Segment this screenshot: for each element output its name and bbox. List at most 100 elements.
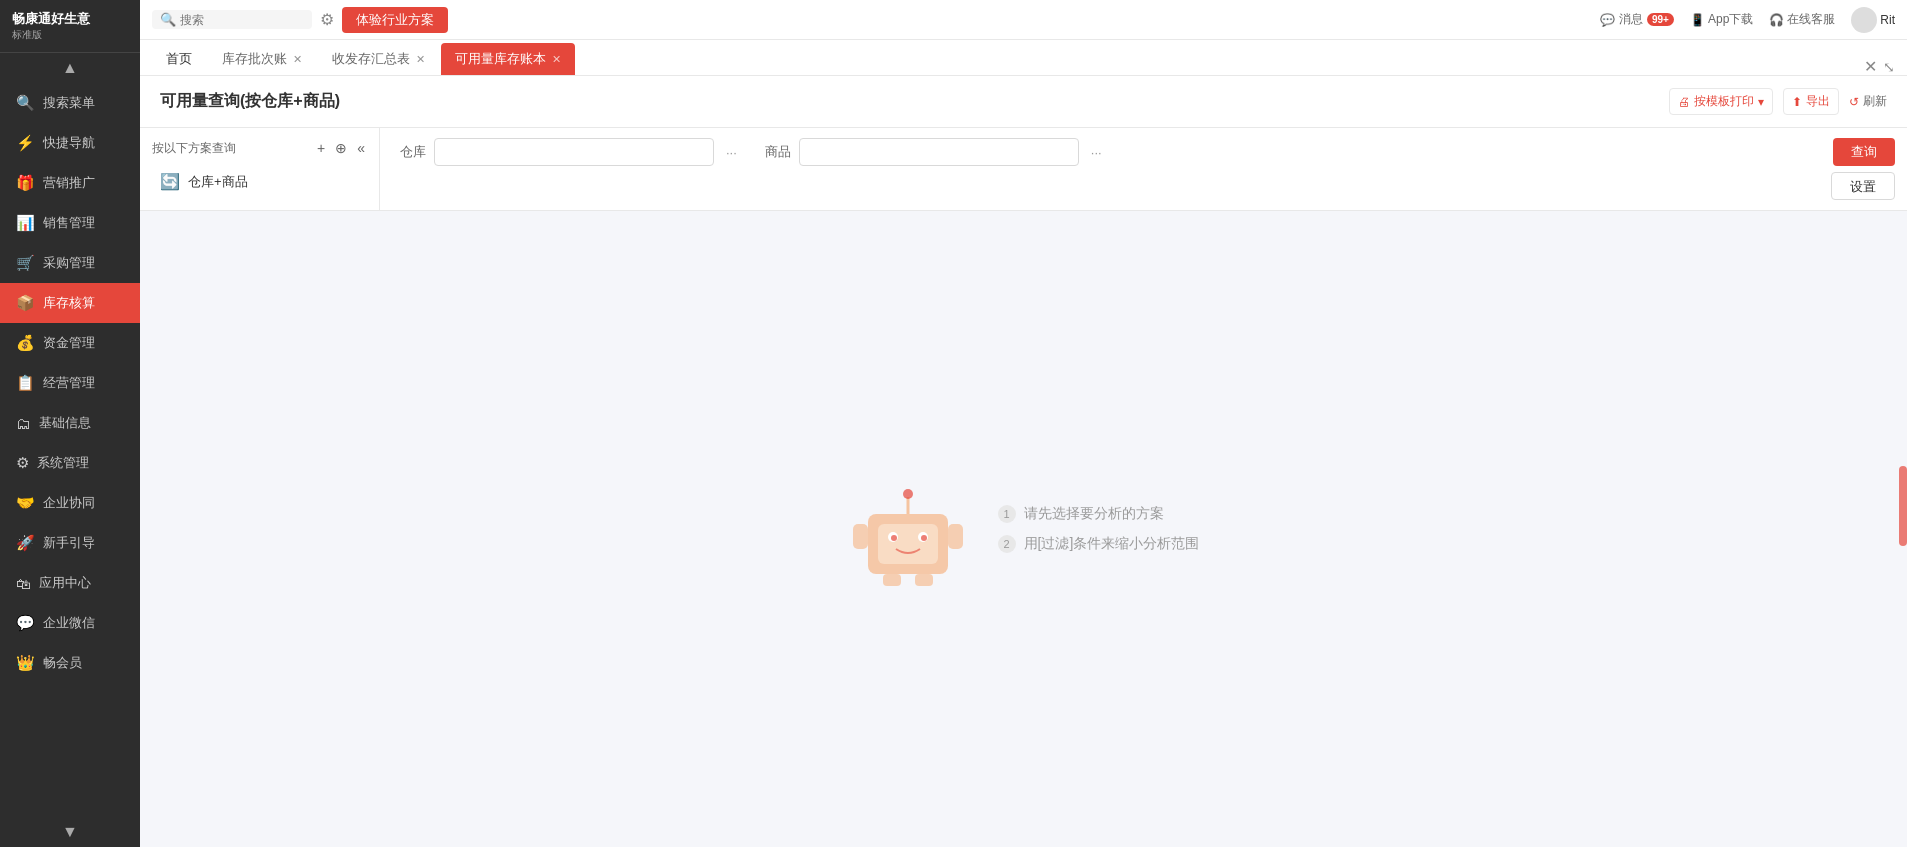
filter-settings-button[interactable]: ⊕: [333, 138, 349, 158]
sidebar-label-sales: 销售管理: [43, 214, 95, 232]
topbar-search-box: 🔍: [152, 10, 312, 29]
member-icon: 👑: [16, 654, 35, 672]
printer-icon: 🖨: [1678, 95, 1690, 109]
scrollbar-indicator[interactable]: [1899, 466, 1907, 546]
app-download-label: App下载: [1708, 11, 1753, 28]
sidebar-scroll-up[interactable]: ▲: [0, 53, 140, 83]
tab-close-all-button[interactable]: ✕: [1864, 59, 1877, 75]
tab-available-ledger-label: 可用量库存账本: [455, 50, 546, 68]
sidebar-label-purchase: 采购管理: [43, 254, 95, 272]
tabbar-right: ✕ ⤡: [1864, 59, 1895, 75]
sidebar-label-operation: 经营管理: [43, 374, 95, 392]
quicknav-icon: ⚡: [16, 134, 35, 152]
user-name: Rit: [1880, 13, 1895, 27]
filter-settings-btn[interactable]: 设置: [1831, 172, 1895, 200]
print-template-button[interactable]: 🖨 按模板打印 ▾: [1669, 88, 1773, 115]
empty-state: 1 请先选择要分析的方案 2 用[过滤]条件来缩小分析范围: [140, 211, 1907, 847]
svg-point-7: [903, 489, 913, 499]
warehouse-product-label: 仓库+商品: [188, 173, 248, 191]
print-template-label: 按模板打印: [1694, 93, 1754, 110]
phone-icon: 📱: [1690, 13, 1705, 27]
sidebar-scroll-down[interactable]: ▼: [0, 817, 140, 847]
product-more-button[interactable]: ···: [1087, 143, 1106, 162]
sidebar-item-appstore[interactable]: 🛍 应用中心: [0, 563, 140, 603]
tab-batch-account[interactable]: 库存批次账 ✕: [208, 43, 316, 75]
sidebar-item-sales[interactable]: 📊 销售管理: [0, 203, 140, 243]
warehouse-more-button[interactable]: ···: [722, 143, 741, 162]
chevron-down-icon: ▾: [1758, 95, 1764, 109]
notifications-button[interactable]: 💬 消息 99+: [1600, 11, 1674, 28]
sidebar-label-system: 系统管理: [37, 454, 89, 472]
tab-expand-button[interactable]: ⤡: [1883, 59, 1895, 75]
sidebar-item-guide[interactable]: 🚀 新手引导: [0, 523, 140, 563]
page-content: 可用量查询(按仓库+商品) 🖨 按模板打印 ▾ ⬆ 导出 ↺ 刷新: [140, 76, 1907, 847]
sidebar-item-inventory[interactable]: 📦 库存核算: [0, 283, 140, 323]
tabbar: 首页 库存批次账 ✕ 收发存汇总表 ✕ 可用量库存账本 ✕ ✕ ⤡: [140, 40, 1907, 76]
tab-receive-summary-close[interactable]: ✕: [416, 53, 425, 66]
app-download-link[interactable]: 📱 App下载: [1690, 11, 1753, 28]
tab-batch-account-close[interactable]: ✕: [293, 53, 302, 66]
tip-text-1: 请先选择要分析的方案: [1024, 505, 1164, 523]
svg-point-4: [891, 535, 897, 541]
customer-service-link[interactable]: 🎧 在线客服: [1769, 11, 1835, 28]
refresh-label: 刷新: [1863, 93, 1887, 110]
export-icon: ⬆: [1792, 95, 1802, 109]
sidebar-item-basics[interactable]: 🗂 基础信息: [0, 403, 140, 443]
sidebar-item-wechat[interactable]: 💬 企业微信: [0, 603, 140, 643]
avatar: [1851, 7, 1877, 33]
sales-icon: 📊: [16, 214, 35, 232]
app-sub: 标准版: [12, 28, 128, 42]
main-area: 🔍 ⚙ 体验行业方案 💬 消息 99+ 📱 App下载 🎧 在线客服 Rit: [140, 0, 1907, 847]
filter-icons: + ⊕ «: [315, 138, 367, 158]
export-button[interactable]: ⬆ 导出: [1783, 88, 1839, 115]
basics-icon: 🗂: [16, 415, 31, 432]
tab-home[interactable]: 首页: [152, 43, 206, 75]
tab-available-ledger-close[interactable]: ✕: [552, 53, 561, 66]
guide-icon: 🚀: [16, 534, 35, 552]
filter-field-product: 商品 ···: [761, 138, 1106, 166]
sidebar-label-quick-nav: 快捷导航: [43, 134, 95, 152]
query-button[interactable]: 查询: [1833, 138, 1895, 166]
sidebar-item-operation[interactable]: 📋 经营管理: [0, 363, 140, 403]
operation-icon: 📋: [16, 374, 35, 392]
filter-option-warehouse-product[interactable]: 🔄 仓库+商品: [152, 166, 367, 197]
notifications-label: 消息: [1619, 11, 1643, 28]
gear-icon[interactable]: ⚙: [320, 10, 334, 29]
sidebar-label-finance: 资金管理: [43, 334, 95, 352]
filter-collapse-button[interactable]: «: [355, 138, 367, 158]
user-profile[interactable]: Rit: [1851, 7, 1895, 33]
sidebar-item-cooperation[interactable]: 🤝 企业协同: [0, 483, 140, 523]
product-input[interactable]: [799, 138, 1079, 166]
tab-home-label: 首页: [166, 50, 192, 68]
filter-buttons: 查询 设置: [1831, 128, 1907, 210]
product-label: 商品: [761, 143, 791, 161]
sidebar-label-cooperation: 企业协同: [43, 494, 95, 512]
filter-add-button[interactable]: +: [315, 138, 327, 158]
svg-rect-8: [853, 524, 868, 549]
tab-receive-summary[interactable]: 收发存汇总表 ✕: [318, 43, 439, 75]
sidebar-nav: 🔍 搜索菜单 ⚡ 快捷导航 🎁 营销推广 📊 销售管理 🛒 采购管理 📦 库存核…: [0, 83, 140, 817]
sidebar-item-member[interactable]: 👑 畅会员: [0, 643, 140, 683]
sidebar-item-finance[interactable]: 💰 资金管理: [0, 323, 140, 363]
sidebar-item-marketing[interactable]: 🎁 营销推广: [0, 163, 140, 203]
inventory-icon: 📦: [16, 294, 35, 312]
refresh-button[interactable]: ↺ 刷新: [1849, 93, 1887, 110]
sidebar-item-quick-nav[interactable]: ⚡ 快捷导航: [0, 123, 140, 163]
warehouse-label: 仓库: [396, 143, 426, 161]
warehouse-product-icon: 🔄: [160, 172, 180, 191]
sidebar-item-purchase[interactable]: 🛒 采购管理: [0, 243, 140, 283]
wechat-icon: 💬: [16, 614, 35, 632]
tip-num-2: 2: [998, 535, 1016, 553]
message-icon: 💬: [1600, 13, 1615, 27]
tab-available-ledger[interactable]: 可用量库存账本 ✕: [441, 43, 575, 75]
warehouse-input[interactable]: [434, 138, 714, 166]
sidebar-label-guide: 新手引导: [43, 534, 95, 552]
sidebar-item-system[interactable]: ⚙ 系统管理: [0, 443, 140, 483]
headset-icon: 🎧: [1769, 13, 1784, 27]
search-input[interactable]: [180, 13, 304, 27]
svg-point-5: [921, 535, 927, 541]
svg-rect-10: [883, 574, 901, 586]
trial-industry-button[interactable]: 体验行业方案: [342, 7, 448, 33]
sidebar-item-search[interactable]: 🔍 搜索菜单: [0, 83, 140, 123]
page-header-actions: 🖨 按模板打印 ▾ ⬆ 导出 ↺ 刷新: [1669, 88, 1887, 115]
